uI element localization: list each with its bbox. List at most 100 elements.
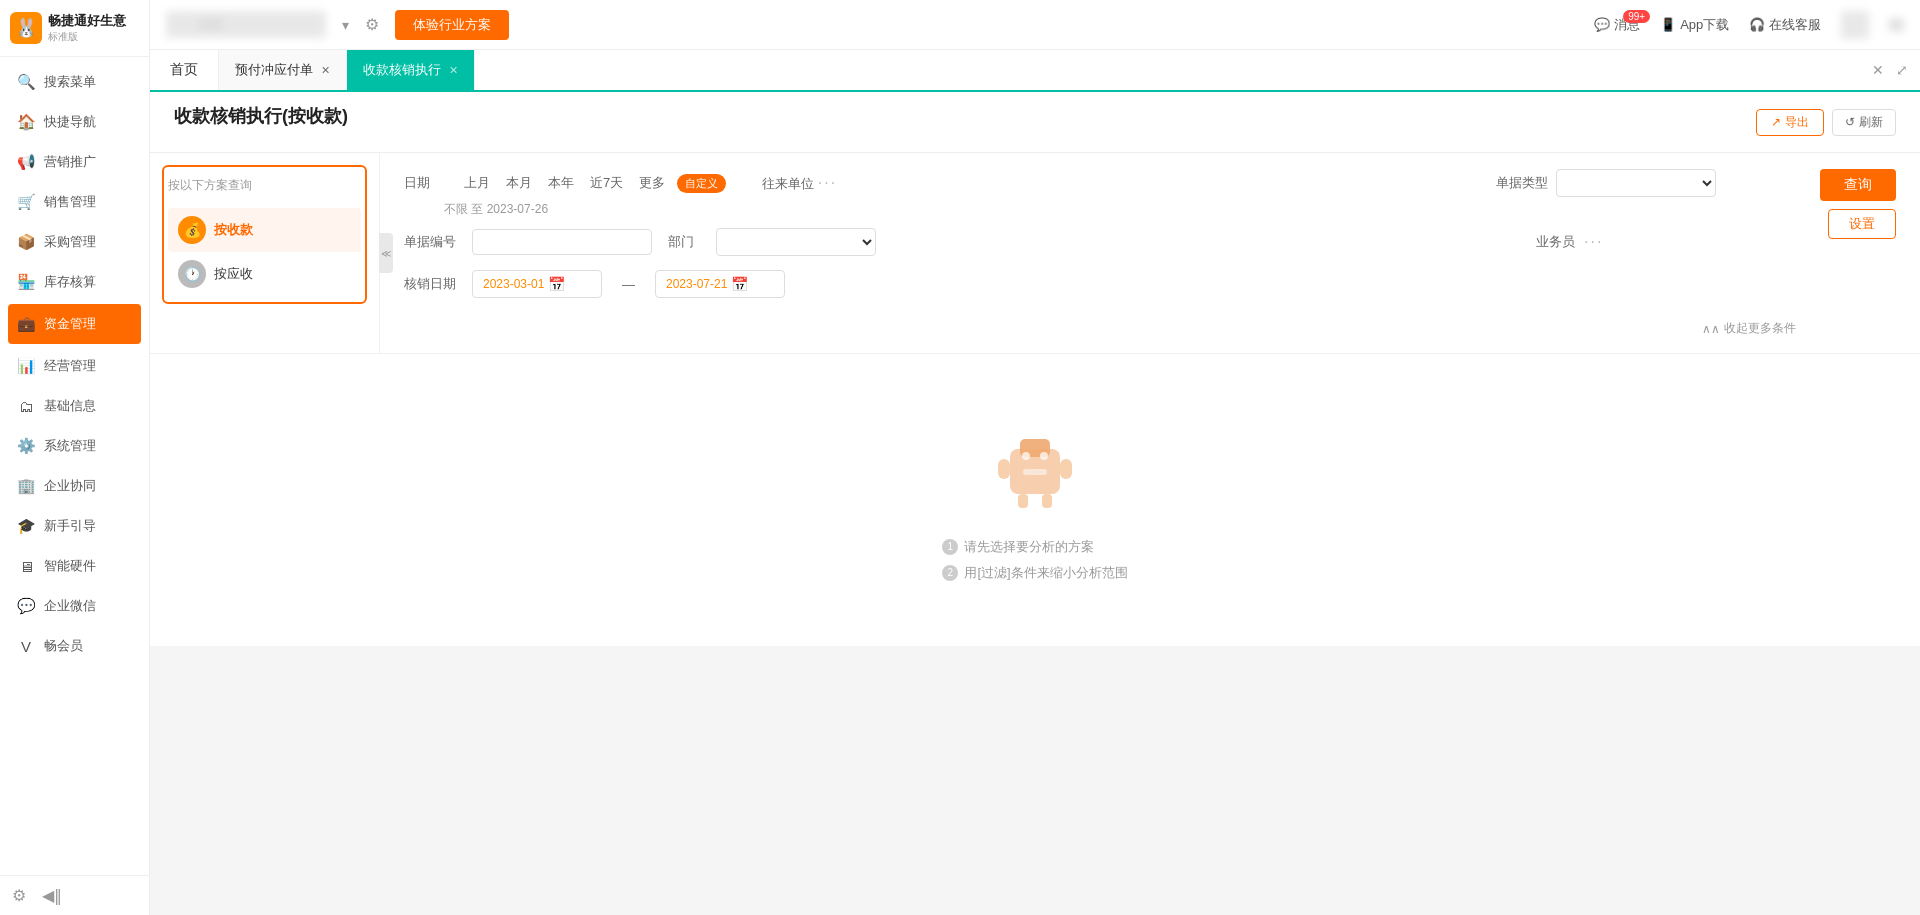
sidebar-item-purchase[interactable]: 📦 采购管理 — [0, 222, 149, 262]
username-text: Rit — [1889, 18, 1904, 32]
shortcut-7-days[interactable]: 近7天 — [586, 172, 627, 194]
tabbar: 首页 预付冲应付单 ✕ 收款核销执行 ✕ ✕ ⤢ — [150, 50, 1920, 92]
sidebar-item-marketing[interactable]: 📢 营销推广 — [0, 142, 149, 182]
filter-panel-title: 按以下方案查询 — [168, 173, 361, 198]
date-label: 日期 — [404, 174, 444, 192]
purchase-icon: 📦 — [16, 232, 36, 252]
empty-state: 1 请先选择要分析的方案 2 用[过滤]条件来缩小分析范围 — [150, 354, 1920, 646]
doc-type-select[interactable] — [1556, 169, 1716, 197]
industry-solution-button[interactable]: 体验行业方案 — [395, 10, 509, 40]
filter-option-by-receipt[interactable]: 💰 按收款 — [168, 208, 361, 252]
member-icon: V — [16, 636, 36, 656]
app-logo-icon: 🐰 — [10, 12, 42, 44]
svg-point-3 — [1040, 452, 1048, 460]
sidebar-item-finance[interactable]: 💼 资金管理 — [8, 304, 141, 344]
collapse-conditions-button[interactable]: ∧∧ 收起更多条件 — [1702, 320, 1796, 337]
salesperson-label: 业务员 — [1536, 233, 1576, 251]
page-title: 收款核销执行(按收款) — [174, 104, 348, 128]
salesperson-group: 业务员 ··· — [1536, 233, 1796, 251]
user-avatar[interactable] — [1841, 11, 1869, 39]
sidebar-item-search[interactable]: 🔍 搜索菜单 — [0, 62, 149, 102]
doc-num-label: 单据编号 — [404, 233, 456, 251]
sidebar-item-guide[interactable]: 🎓 新手引导 — [0, 506, 149, 546]
topbar-gear-icon[interactable]: ⚙ — [365, 15, 379, 34]
shortcut-last-month[interactable]: 上月 — [460, 172, 494, 194]
sidebar-item-inventory[interactable]: 🏪 库存核算 — [0, 262, 149, 302]
query-button[interactable]: 查询 — [1820, 169, 1896, 201]
collapse-sidebar-icon[interactable]: ◀‖ — [42, 886, 62, 905]
empty-svg-icon — [980, 419, 1090, 509]
verify-date-end-calendar-icon[interactable]: 📅 — [731, 276, 748, 292]
wechat-icon: 💬 — [16, 596, 36, 616]
settings-bottom-icon[interactable]: ⚙ — [12, 886, 26, 905]
home-icon: 🏠 — [16, 112, 36, 132]
topbar: 🔍 搜索 ▾ ⚙ 体验行业方案 💬 消息 99+ 📱 App下载 🎧 在线客服 … — [150, 0, 1920, 50]
sidebar-item-member[interactable]: V 畅会员 — [0, 626, 149, 666]
close-tab-icon[interactable]: ✕ — [1872, 62, 1884, 78]
enterprise-icon: 🏢 — [16, 476, 36, 496]
verify-date-label: 核销日期 — [404, 275, 456, 293]
date-shortcuts: 上月 本月 本年 近7天 更多 自定义 — [460, 172, 726, 194]
setting-button[interactable]: 设置 — [1828, 209, 1896, 239]
empty-illustration — [975, 414, 1095, 514]
export-icon: ↗ — [1771, 115, 1781, 129]
receivable-option-icon: 🕐 — [178, 260, 206, 288]
tab-close-prepayment[interactable]: ✕ — [321, 64, 330, 77]
filter-option-by-receivable[interactable]: 🕐 按应收 — [168, 252, 361, 296]
filter-section: 按以下方案查询 💰 按收款 🕐 按应收 ≪ 日 — [150, 153, 1920, 354]
refresh-button[interactable]: ↺ 刷新 — [1832, 109, 1896, 136]
sidebar-item-system[interactable]: ⚙️ 系统管理 — [0, 426, 149, 466]
doc-num-input[interactable] — [472, 229, 652, 255]
tab-home[interactable]: 首页 — [150, 50, 219, 90]
header-actions: ↗ 导出 ↺ 刷新 — [1756, 109, 1896, 136]
svg-rect-6 — [1060, 459, 1072, 479]
sidebar-item-sales[interactable]: 🛒 销售管理 — [0, 182, 149, 222]
sidebar-item-hardware[interactable]: 🖥 智能硬件 — [0, 546, 149, 586]
marketing-icon: 📢 — [16, 152, 36, 172]
sidebar-item-wechat[interactable]: 💬 企业微信 — [0, 586, 149, 626]
app-download-button[interactable]: 📱 App下载 — [1660, 16, 1729, 34]
topbar-right: 💬 消息 99+ 📱 App下载 🎧 在线客服 Rit — [1594, 11, 1904, 39]
search-icon: 🔍 — [16, 72, 36, 92]
refresh-icon: ↺ — [1845, 115, 1855, 129]
doc-type-label: 单据类型 — [1496, 174, 1548, 192]
query-btn-column: 查询 设置 — [1820, 153, 1920, 353]
export-button[interactable]: ↗ 导出 — [1756, 109, 1824, 136]
message-button[interactable]: 💬 消息 99+ — [1594, 16, 1640, 34]
headset-icon: 🎧 — [1749, 17, 1765, 32]
sidebar-item-quicknav[interactable]: 🏠 快捷导航 — [0, 102, 149, 142]
topbar-search-box[interactable]: 🔍 搜索 — [166, 11, 326, 38]
message-icon: 💬 — [1594, 17, 1610, 32]
app-brand-text: 畅捷通好生意 标准版 — [48, 12, 126, 44]
mobile-icon: 📱 — [1660, 17, 1676, 32]
sidebar-item-enterprise[interactable]: 🏢 企业协同 — [0, 466, 149, 506]
verify-date-start-calendar-icon[interactable]: 📅 — [548, 276, 565, 292]
more-conditions-row: ∧∧ 收起更多条件 — [404, 312, 1796, 337]
expand-tab-icon[interactable]: ⤢ — [1896, 62, 1908, 78]
shortcut-this-month[interactable]: 本月 — [502, 172, 536, 194]
dept-group: 部门 — [668, 228, 1520, 256]
tab-verification[interactable]: 收款核销执行 ✕ — [347, 50, 475, 90]
svg-rect-4 — [1023, 469, 1047, 475]
counterparty-group: 往来单位 ··· — [762, 174, 1480, 193]
shortcut-custom-tag[interactable]: 自定义 — [677, 174, 726, 193]
verify-date-start-input[interactable]: 2023-03-01 📅 — [472, 270, 602, 298]
sidebar-item-operations[interactable]: 📊 经营管理 — [0, 346, 149, 386]
shortcut-this-year[interactable]: 本年 — [544, 172, 578, 194]
tab-prepayment[interactable]: 预付冲应付单 ✕ — [219, 50, 347, 90]
counterparty-label: 往来单位 — [762, 176, 814, 191]
shortcut-more[interactable]: 更多 — [635, 172, 669, 194]
verify-date-end-input[interactable]: 2023-07-21 📅 — [655, 270, 785, 298]
sidebar-logo: 🐰 畅捷通好生意 标准版 — [0, 0, 149, 57]
page-content: 收款核销执行(按收款) ↗ 导出 ↺ 刷新 按以下方案查询 💰 — [150, 92, 1920, 915]
counterparty-more-button[interactable]: ··· — [818, 174, 837, 191]
tab-close-verification[interactable]: ✕ — [449, 64, 458, 77]
system-icon: ⚙️ — [16, 436, 36, 456]
online-service-button[interactable]: 🎧 在线客服 — [1749, 16, 1821, 34]
topbar-dropdown-icon[interactable]: ▾ — [342, 17, 349, 33]
dept-select[interactable] — [716, 228, 876, 256]
sidebar-item-basic[interactable]: 🗂 基础信息 — [0, 386, 149, 426]
salesperson-more-button[interactable]: ··· — [1584, 233, 1603, 251]
collapse-filter-panel-button[interactable]: ≪ — [379, 233, 393, 273]
basic-icon: 🗂 — [16, 396, 36, 416]
